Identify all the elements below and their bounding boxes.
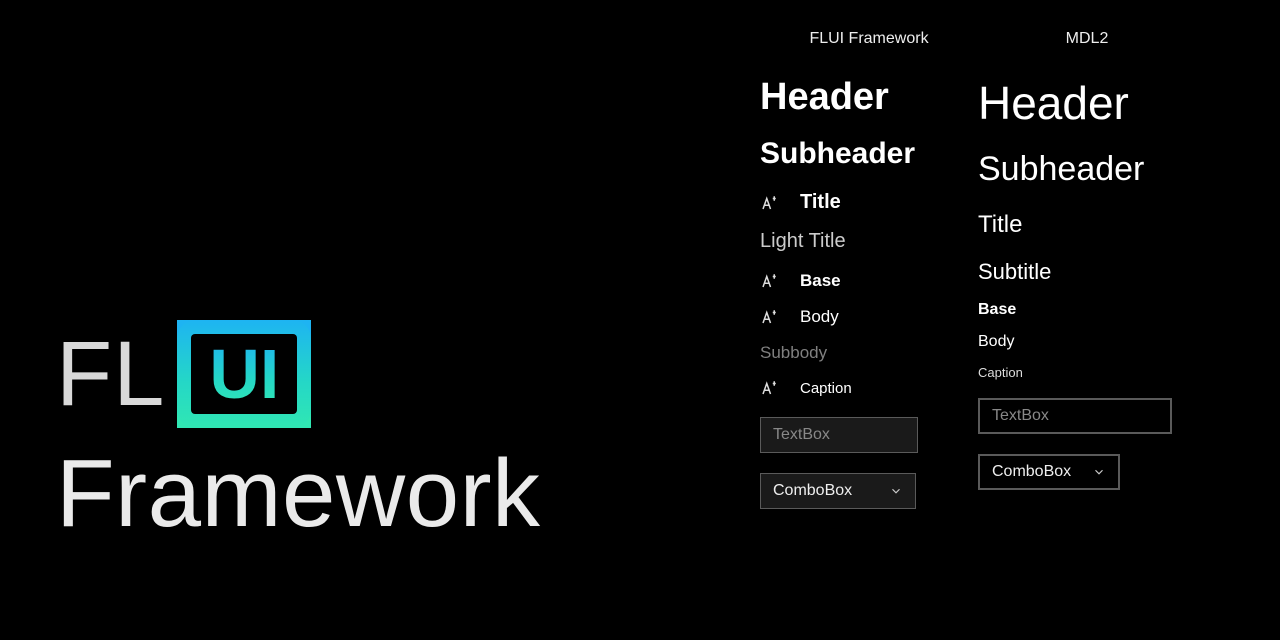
mdl2-subtitle-sample: Subtitle (978, 259, 1196, 285)
mdl2-base-sample: Base (978, 301, 1196, 319)
mdl2-caption-sample: Caption (978, 365, 1196, 380)
flui-subheader-sample: Subheader (760, 137, 978, 171)
mdl2-title-sample: Title (978, 211, 1196, 239)
column-mdl2-heading: MDL2 (978, 30, 1196, 48)
mdl2-subheader-sample: Subheader (978, 150, 1196, 189)
flui-caption-sample: Caption (800, 380, 852, 397)
mdl2-combobox-label: ComboBox (992, 463, 1071, 481)
font-icon (760, 194, 778, 212)
mdl2-header-sample: Header (978, 76, 1196, 130)
font-icon (760, 308, 778, 326)
flui-light-title-sample: Light Title (760, 230, 978, 253)
flui-subbody-sample: Subbody (760, 343, 978, 363)
column-flui: FLUI Framework Header Subheader Title Li… (760, 30, 978, 640)
font-icon (760, 272, 778, 290)
logo: FL UI Framework (56, 320, 541, 542)
flui-combobox-label: ComboBox (773, 482, 852, 500)
chevron-down-icon (1092, 465, 1106, 479)
logo-fl-text: FL (56, 328, 165, 420)
logo-subtitle: Framework (56, 446, 541, 542)
mdl2-textbox[interactable] (978, 398, 1172, 434)
flui-textbox[interactable] (760, 417, 918, 453)
flui-header-sample: Header (760, 76, 978, 119)
column-mdl2: MDL2 Header Subheader Title Subtitle Bas… (978, 30, 1196, 640)
logo-ui-text: UI (209, 339, 279, 409)
flui-title-sample: Title (800, 191, 841, 214)
flui-body-sample: Body (800, 307, 839, 327)
flui-combobox[interactable]: ComboBox (760, 473, 916, 509)
font-icon (760, 379, 778, 397)
mdl2-combobox[interactable]: ComboBox (978, 454, 1120, 490)
logo-ui-box: UI (177, 320, 311, 428)
chevron-down-icon (889, 484, 903, 498)
mdl2-body-sample: Body (978, 333, 1196, 351)
flui-base-sample: Base (800, 271, 841, 291)
column-flui-heading: FLUI Framework (760, 30, 978, 48)
